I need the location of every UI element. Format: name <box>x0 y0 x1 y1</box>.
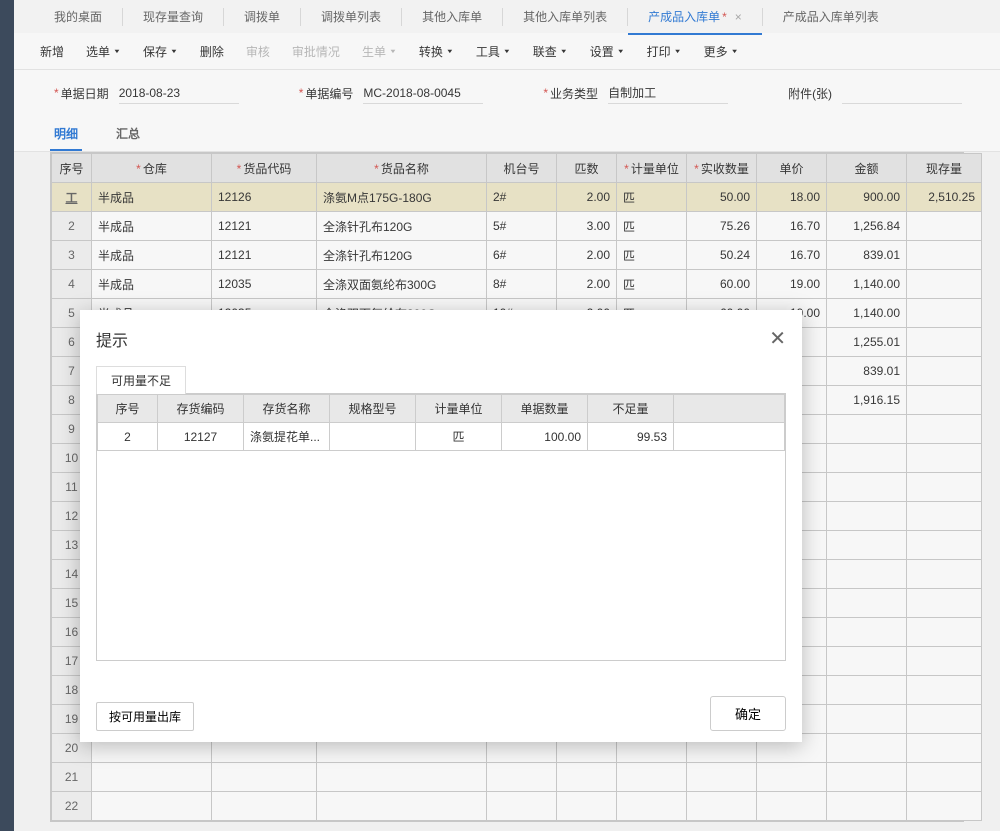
dialog-grid-header[interactable]: 计量单位 <box>416 395 502 423</box>
dialog-grid-header[interactable]: 不足量 <box>588 395 674 423</box>
dialog-grid-header[interactable]: 存货名称 <box>244 395 330 423</box>
ok-button[interactable]: 确定 <box>710 696 786 731</box>
out-by-available-button[interactable]: 按可用量出库 <box>96 702 194 731</box>
dialog-grid: 序号存货编码存货名称规格型号计量单位单据数量不足量 212127涤氨提花单...… <box>96 393 786 661</box>
dialog-grid-header[interactable]: 规格型号 <box>330 395 416 423</box>
close-icon[interactable]: ✕ <box>769 326 786 351</box>
modal-overlay: 提示 ✕ 可用量不足 序号存货编码存货名称规格型号计量单位单据数量不足量 212… <box>14 0 1000 831</box>
dialog-table-row[interactable]: 212127涤氨提花单...匹100.0099.53 <box>98 423 785 451</box>
dialog-tab[interactable]: 可用量不足 <box>96 366 186 394</box>
dialog-title: 提示 <box>96 327 128 351</box>
dialog-grid-header[interactable]: 序号 <box>98 395 158 423</box>
dialog-grid-header[interactable]: 单据数量 <box>502 395 588 423</box>
dialog-insufficient: 提示 ✕ 可用量不足 序号存货编码存货名称规格型号计量单位单据数量不足量 212… <box>80 310 802 742</box>
dialog-grid-header[interactable]: 存货编码 <box>158 395 244 423</box>
